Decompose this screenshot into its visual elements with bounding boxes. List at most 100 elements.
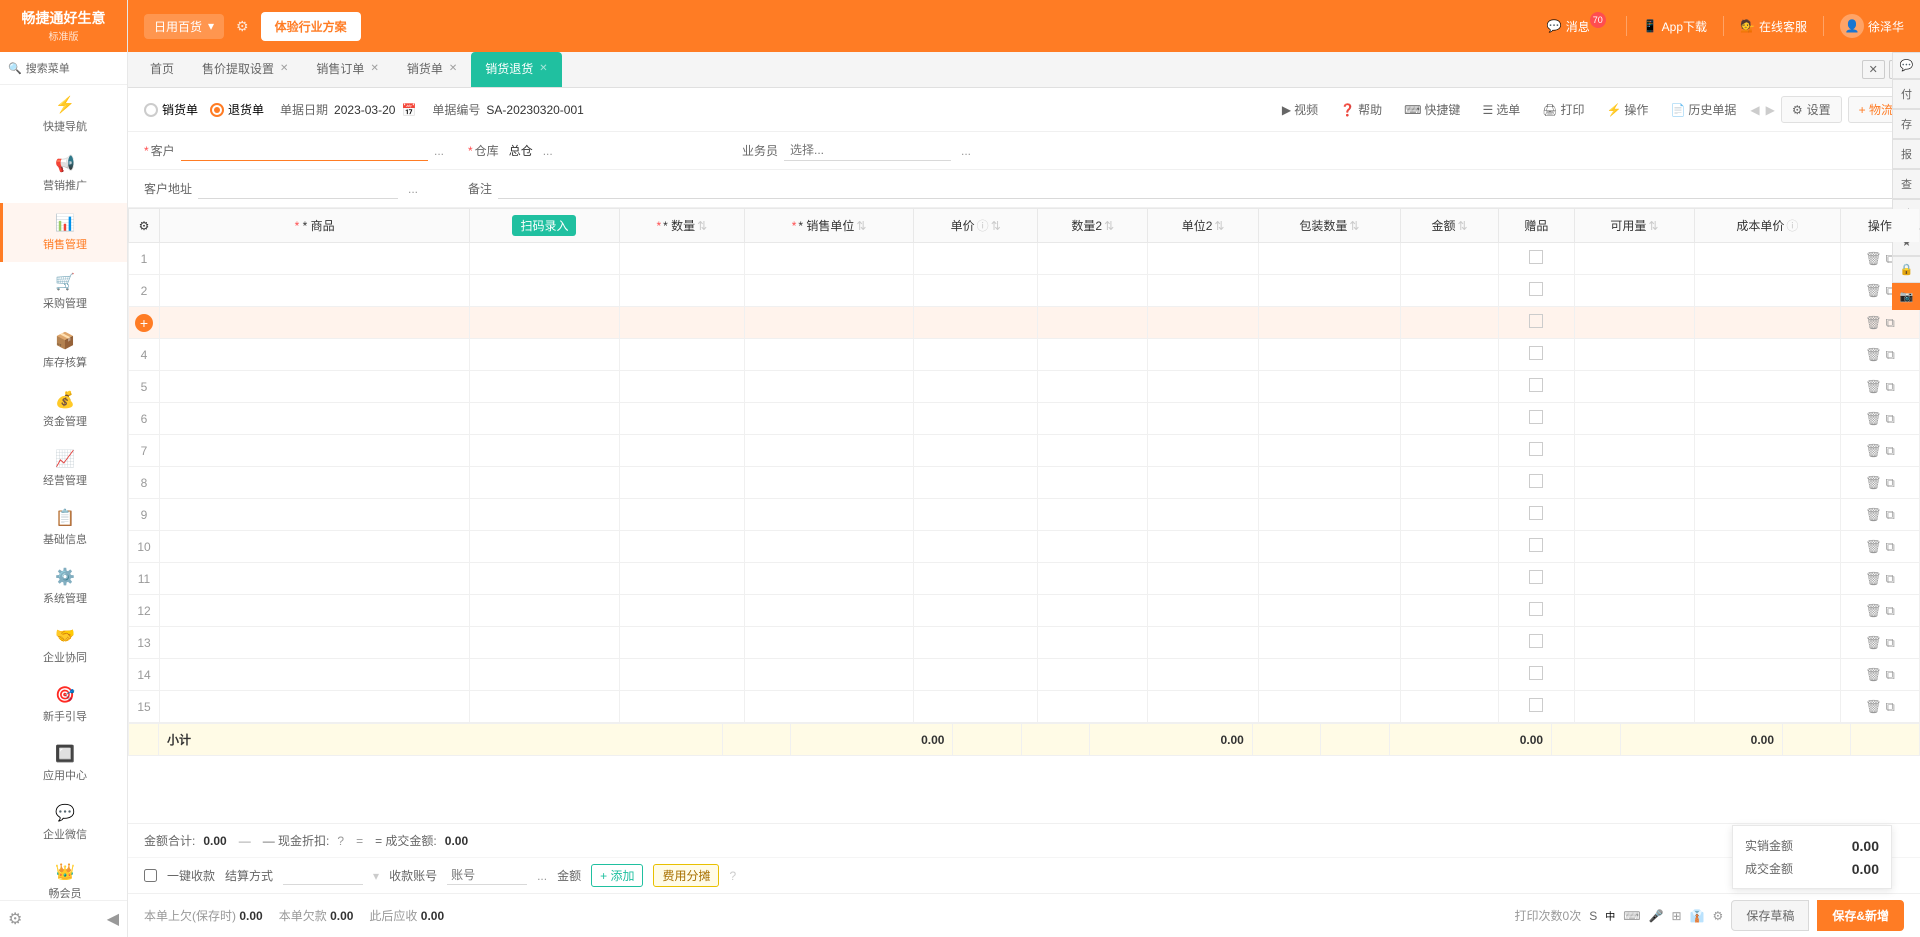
tab-sales-order[interactable]: 销售订单 ✕ (302, 52, 392, 87)
product-cell-11[interactable] (160, 563, 470, 595)
product-cell-3[interactable] (160, 307, 470, 339)
gift-cell-10[interactable] (1499, 531, 1575, 563)
sort-icon-price[interactable]: ⇅ (991, 219, 1001, 233)
unit2-cell-6[interactable] (1148, 403, 1258, 435)
sidebar-item-finance[interactable]: 💰 资金管理 (0, 380, 127, 439)
gift-cell-15[interactable] (1499, 691, 1575, 723)
sort-icon-qty2[interactable]: ⇅ (1104, 219, 1114, 233)
right-action-chat[interactable]: 💬 (1892, 52, 1920, 79)
gift-checkbox-2[interactable] (1529, 282, 1543, 296)
online-service-item[interactable]: 💁 在线客服 (1740, 18, 1807, 35)
product-cell-5[interactable] (160, 371, 470, 403)
amount-cell-5[interactable] (1401, 371, 1499, 403)
price-cell-6[interactable] (914, 403, 1038, 435)
sidebar-item-apps[interactable]: 🔲 应用中心 (0, 734, 127, 793)
copy-icon-8[interactable]: ⧉ (1886, 475, 1895, 491)
input-icon3[interactable]: ⊞ (1672, 909, 1682, 923)
delete-icon-6[interactable]: 🗑 (1865, 411, 1882, 427)
qty-cell-12[interactable] (619, 595, 744, 627)
product-cell-10[interactable] (160, 531, 470, 563)
unit-cell-10[interactable] (744, 531, 913, 563)
sidebar-item-enterprise[interactable]: 🤝 企业协同 (0, 616, 127, 675)
gift-checkbox-15[interactable] (1529, 698, 1543, 712)
unit2-cell-12[interactable] (1148, 595, 1258, 627)
gift-cell-3[interactable] (1499, 307, 1575, 339)
pack-cell-1[interactable] (1258, 243, 1400, 275)
sidebar-item-operations[interactable]: 📈 经营管理 (0, 439, 127, 498)
unit2-cell-10[interactable] (1148, 531, 1258, 563)
price-cell-15[interactable] (914, 691, 1038, 723)
price-cell-2[interactable] (914, 275, 1038, 307)
sort-icon-unit[interactable]: ⇅ (856, 219, 866, 233)
right-action-pay[interactable]: 付 (1892, 79, 1920, 109)
gift-cell-9[interactable] (1499, 499, 1575, 531)
copy-icon-10[interactable]: ⧉ (1886, 539, 1895, 555)
customer-dots[interactable]: ... (434, 144, 444, 158)
sidebar-item-wechat[interactable]: 💬 企业微信 (0, 793, 127, 852)
product-cell-1[interactable] (160, 243, 470, 275)
fee-help-icon[interactable]: ? (729, 869, 736, 883)
shortcut-btn[interactable]: ⌨ 快捷键 (1396, 98, 1468, 121)
tab-price-settings[interactable]: 售价提取设置 ✕ (188, 52, 302, 87)
pack-cell-15[interactable] (1258, 691, 1400, 723)
unit-cell-8[interactable] (744, 467, 913, 499)
sidebar-item-guide[interactable]: 🎯 新手引导 (0, 675, 127, 734)
price-cell-4[interactable] (914, 339, 1038, 371)
radio-return[interactable]: 退货单 (210, 101, 264, 118)
unit-cell-2[interactable] (744, 275, 913, 307)
help-price-icon[interactable]: ⓘ (977, 217, 989, 234)
price-cell-5[interactable] (914, 371, 1038, 403)
delete-icon-4[interactable]: 🗑 (1865, 347, 1882, 363)
gift-cell-4[interactable] (1499, 339, 1575, 371)
right-action-report[interactable]: 报 (1892, 139, 1920, 169)
amount-cell-13[interactable] (1401, 627, 1499, 659)
amount-cell-3[interactable] (1401, 307, 1499, 339)
trial-button[interactable]: 体验行业方案 (261, 12, 361, 41)
delete-icon-11[interactable]: 🗑 (1865, 571, 1882, 587)
pack-cell-14[interactable] (1258, 659, 1400, 691)
settlement-input[interactable] (283, 866, 363, 885)
gift-checkbox-1[interactable] (1529, 250, 1543, 264)
unit-cell-14[interactable] (744, 659, 913, 691)
industry-selector[interactable]: 日用百货 ▾ (144, 14, 224, 39)
qty-cell-2[interactable] (619, 275, 744, 307)
th-scan[interactable]: 扫码录入 (470, 209, 620, 243)
price-cell-12[interactable] (914, 595, 1038, 627)
unit-cell-15[interactable] (744, 691, 913, 723)
copy-icon-11[interactable]: ⧉ (1886, 571, 1895, 587)
gift-cell-2[interactable] (1499, 275, 1575, 307)
unit2-cell-13[interactable] (1148, 627, 1258, 659)
gift-checkbox-7[interactable] (1529, 442, 1543, 456)
qty-cell-5[interactable] (619, 371, 744, 403)
qty2-cell-14[interactable] (1038, 659, 1148, 691)
fee-split-btn[interactable]: 费用分摊 (653, 864, 719, 887)
qty2-cell-6[interactable] (1038, 403, 1148, 435)
message-item[interactable]: 💬 消息 70 (1547, 18, 1610, 35)
copy-icon-4[interactable]: ⧉ (1886, 347, 1895, 363)
pack-cell-2[interactable] (1258, 275, 1400, 307)
delete-icon-12[interactable]: 🗑 (1865, 603, 1882, 619)
price-cell-3[interactable] (914, 307, 1038, 339)
qty-cell-15[interactable] (619, 691, 744, 723)
scan-button[interactable]: 扫码录入 (512, 215, 576, 236)
delete-icon-13[interactable]: 🗑 (1865, 635, 1882, 651)
settings-button[interactable]: ⚙ 设置 (1781, 96, 1842, 123)
input-icon5[interactable]: ⚙ (1713, 909, 1724, 923)
user-profile[interactable]: 👤 徐泽华 (1840, 14, 1904, 38)
qty2-cell-15[interactable] (1038, 691, 1148, 723)
qty-cell-14[interactable] (619, 659, 744, 691)
price-cell-7[interactable] (914, 435, 1038, 467)
gift-checkbox-13[interactable] (1529, 634, 1543, 648)
right-action-screenshot[interactable]: 📷 (1892, 283, 1920, 310)
product-cell-12[interactable] (160, 595, 470, 627)
amount-cell-15[interactable] (1401, 691, 1499, 723)
sidebar-item-inventory[interactable]: 📦 库存核算 (0, 321, 127, 380)
salesperson-dots[interactable]: ... (961, 144, 971, 158)
pack-cell-8[interactable] (1258, 467, 1400, 499)
note-input[interactable] (498, 178, 1904, 199)
qty2-cell-11[interactable] (1038, 563, 1148, 595)
copy-icon-13[interactable]: ⧉ (1886, 635, 1895, 651)
tab-sales-return[interactable]: 销货退货 ✕ (471, 52, 561, 87)
account-input[interactable] (447, 866, 527, 885)
gift-cell-12[interactable] (1499, 595, 1575, 627)
